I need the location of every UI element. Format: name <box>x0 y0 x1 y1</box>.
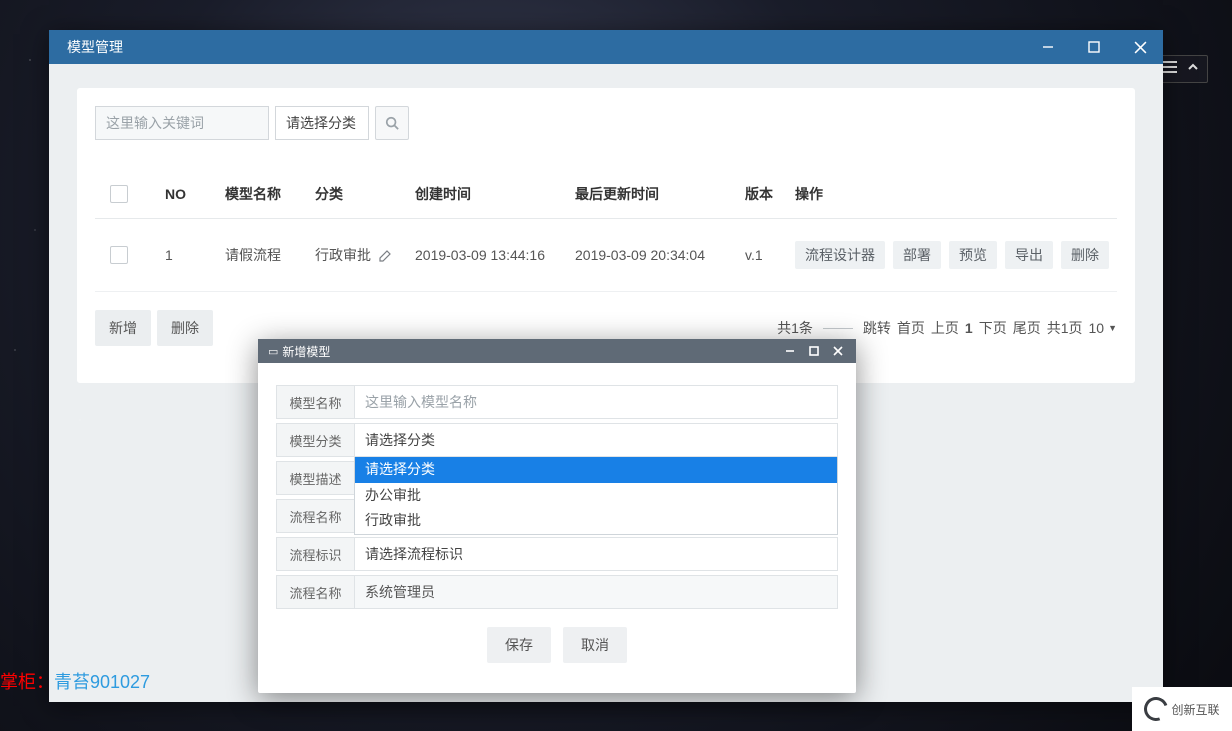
cell-category-text: 行政审批 <box>315 247 371 263</box>
caret-down-icon: ▼ <box>1108 323 1117 333</box>
cell-ops: 流程设计器 部署 预览 导出 删除 <box>795 241 1117 269</box>
category-dropdown: 请选择分类 办公审批 行政审批 <box>354 457 838 535</box>
col-no: NO <box>165 186 225 202</box>
cancel-button[interactable]: 取消 <box>563 627 627 663</box>
category-option[interactable]: 请选择分类 <box>355 457 837 483</box>
pager-last[interactable]: 尾页 <box>1013 318 1041 338</box>
edit-icon[interactable] <box>375 250 391 262</box>
logo-icon <box>1141 693 1173 725</box>
col-created: 创建时间 <box>415 184 575 204</box>
pager-total: 共1条 <box>777 318 813 338</box>
model-name-input[interactable] <box>354 385 838 419</box>
logo-text: 创新互联 <box>1171 701 1219 718</box>
window-icon: ▭ <box>268 345 278 358</box>
chevron-up-icon[interactable] <box>1187 60 1199 78</box>
add-model-form: 模型名称 模型分类 请选择分类 办公审批 行政审批 模型描述 流 <box>258 363 856 693</box>
save-button[interactable]: 保存 <box>487 627 551 663</box>
search-button[interactable] <box>375 106 409 140</box>
col-name: 模型名称 <box>225 184 315 204</box>
cell-version: v.1 <box>745 247 795 263</box>
col-category: 分类 <box>315 184 415 204</box>
row-checkbox[interactable] <box>110 246 128 264</box>
search-bar: 请选择分类 <box>95 106 1117 140</box>
op-export-button[interactable]: 导出 <box>1005 241 1053 269</box>
label-model-name: 模型名称 <box>276 385 354 419</box>
op-designer-button[interactable]: 流程设计器 <box>795 241 885 269</box>
label-proc-name: 流程名称 <box>276 499 354 533</box>
col-ops: 操作 <box>795 184 1117 204</box>
proc-key-select[interactable] <box>354 537 838 571</box>
pager-prev[interactable]: 上页 <box>931 318 959 338</box>
window-minimize-button[interactable] <box>1025 30 1071 64</box>
category-option[interactable]: 行政审批 <box>355 508 837 534</box>
dialog-minimize-button[interactable] <box>778 339 802 363</box>
window-title: 模型管理 <box>67 37 123 57</box>
label-model-desc: 模型描述 <box>276 461 354 495</box>
proc-name2-input[interactable] <box>354 575 838 609</box>
brand-logo: 创新互联 <box>1132 687 1232 731</box>
table-row: 1 请假流程 行政审批 2019-03-09 13:44:16 2019-03-… <box>95 219 1117 292</box>
cell-created: 2019-03-09 13:44:16 <box>415 247 575 263</box>
table-header: NO 模型名称 分类 创建时间 最后更新时间 版本 操作 <box>95 184 1117 219</box>
dialog-maximize-button[interactable] <box>802 339 826 363</box>
dialog-title: 新增模型 <box>282 343 330 360</box>
model-table: NO 模型名称 分类 创建时间 最后更新时间 版本 操作 1 请假流程 行政审批 <box>95 184 1117 292</box>
cell-updated: 2019-03-09 20:34:04 <box>575 247 745 263</box>
pager-current: 1 <box>965 320 973 336</box>
op-delete-button[interactable]: 删除 <box>1061 241 1109 269</box>
dialog-close-button[interactable] <box>826 339 850 363</box>
window-close-button[interactable] <box>1117 30 1163 64</box>
cell-no: 1 <box>165 247 225 263</box>
add-button[interactable]: 新增 <box>95 310 151 346</box>
category-select[interactable]: 请选择分类 <box>275 106 369 140</box>
pager-size-value: 10 <box>1089 320 1105 336</box>
window-maximize-button[interactable] <box>1071 30 1117 64</box>
delete-button[interactable]: 删除 <box>157 310 213 346</box>
window-titlebar: 模型管理 <box>49 30 1163 64</box>
pager-size-select[interactable]: 10 ▼ <box>1089 320 1118 336</box>
cell-name: 请假流程 <box>225 245 315 265</box>
watermark-label: 掌柜： <box>0 672 54 692</box>
menu-icon[interactable] <box>1163 60 1177 78</box>
keyword-input[interactable] <box>95 106 269 140</box>
col-updated: 最后更新时间 <box>575 184 745 204</box>
dialog-actions: 保存 取消 <box>276 613 838 687</box>
label-model-category: 模型分类 <box>276 423 354 457</box>
pager-first[interactable]: 首页 <box>897 318 925 338</box>
watermark: 掌柜：青苔901027 <box>0 668 150 694</box>
pager: 共1条 跳转 首页 上页 1 下页 尾页 共1页 10 ▼ <box>777 318 1117 338</box>
op-deploy-button[interactable]: 部署 <box>893 241 941 269</box>
label-proc-key: 流程标识 <box>276 537 354 571</box>
category-option[interactable]: 办公审批 <box>355 483 837 509</box>
add-model-dialog: ▭ 新增模型 模型名称 模型分类 请选择分类 办公审批 <box>258 339 856 693</box>
dialog-titlebar: ▭ 新增模型 <box>258 339 856 363</box>
select-all-checkbox[interactable] <box>110 185 128 203</box>
label-proc-name2: 流程名称 <box>276 575 354 609</box>
col-version: 版本 <box>745 184 795 204</box>
pager-pages: 共1页 <box>1047 318 1083 338</box>
pager-jump[interactable]: 跳转 <box>863 318 891 338</box>
model-category-select[interactable] <box>354 423 838 457</box>
watermark-name: 青苔901027 <box>54 672 150 692</box>
pager-next[interactable]: 下页 <box>979 318 1007 338</box>
op-preview-button[interactable]: 预览 <box>949 241 997 269</box>
cell-category: 行政审批 <box>315 245 415 265</box>
